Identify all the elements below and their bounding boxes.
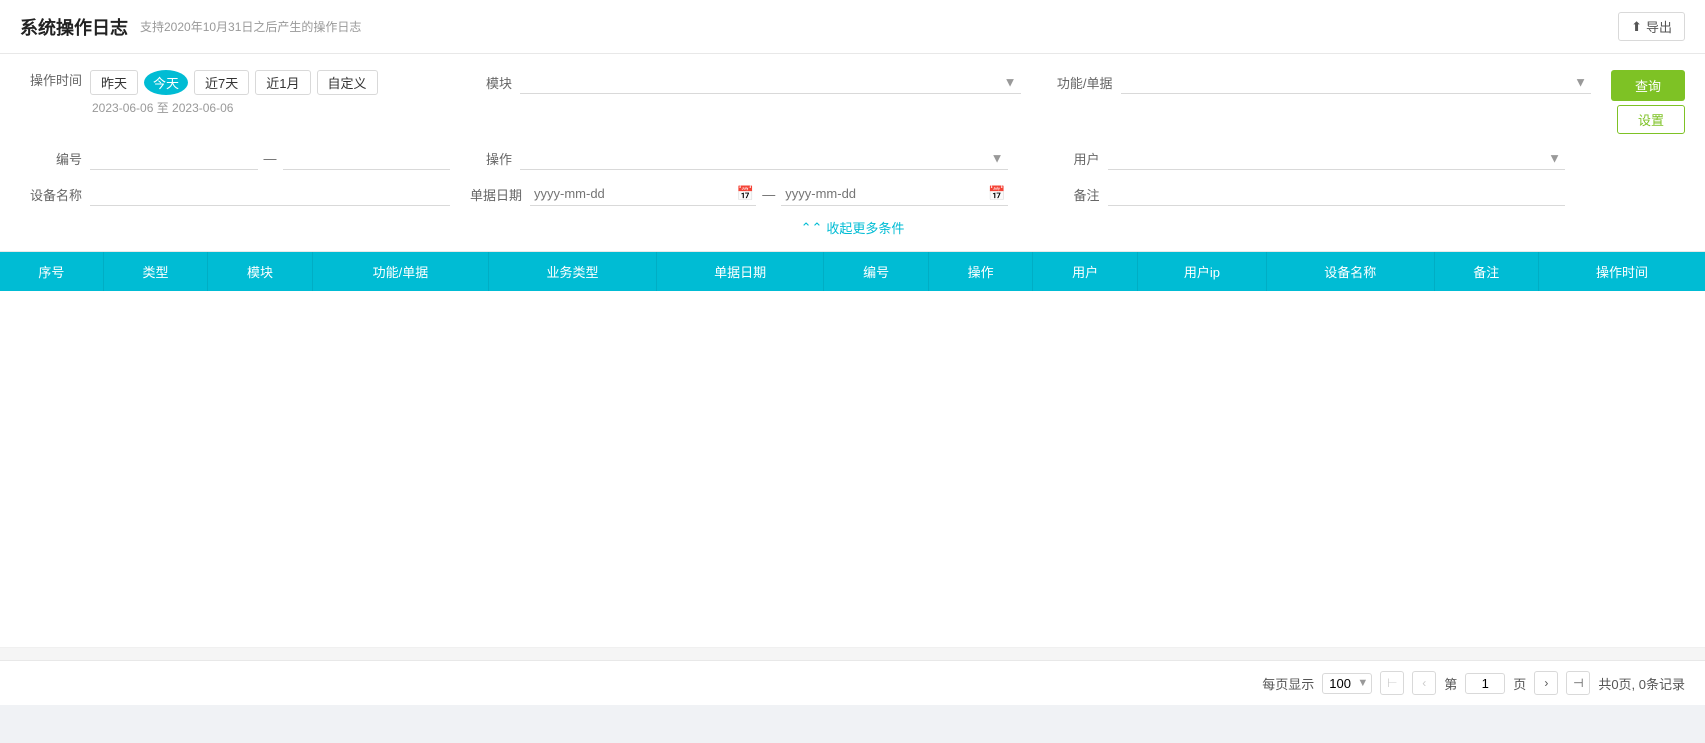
table-header-cell: 类型 [103,252,207,291]
page-header: 系统操作日志 支持2020年10月31日之后产生的操作日志 ⬆ 导出 [0,0,1705,54]
empty-cell [0,291,1705,648]
operation-label: 操作 [470,149,520,168]
doc-date-start-input[interactable] [530,182,735,205]
table-header-cell: 编号 [824,252,928,291]
calendar-start-icon[interactable]: 📅 [735,185,756,202]
number-label: 编号 [20,149,90,168]
module-select[interactable] [520,70,1021,94]
scrollbar-area[interactable] [0,648,1705,660]
table-header: 序号类型模块功能/单据业务类型单据日期编号操作用户用户ip设备名称备注操作时间 [0,252,1705,291]
table-header-cell: 单据日期 [656,252,824,291]
empty-row [0,291,1705,648]
table-header-cell: 用户ip [1137,252,1266,291]
date-range-text: 2023-06-06 至 2023-06-06 [90,99,378,116]
table-header-cell: 业务类型 [489,252,657,291]
total-label: 共0页, 0条记录 [1598,674,1685,693]
doc-date-end-input[interactable] [781,182,986,205]
table-header-cell: 序号 [0,252,103,291]
table-body [0,291,1705,648]
settings-button[interactable]: 设置 [1617,105,1685,134]
remark-label: 备注 [1028,185,1108,204]
collapse-label: 收起更多条件 [826,218,904,237]
page-number-input[interactable] [1465,673,1505,694]
remark-input[interactable] [1108,182,1566,206]
data-table: 序号类型模块功能/单据业务类型单据日期编号操作用户用户ip设备名称备注操作时间 [0,252,1705,648]
device-input[interactable] [90,182,450,206]
module-label: 模块 [470,73,520,92]
table-header-cell: 操作时间 [1539,252,1705,291]
table-header-cell: 操作 [928,252,1032,291]
operation-select[interactable] [520,146,1008,170]
user-label: 用户 [1028,149,1108,168]
export-icon: ⬆ [1631,19,1642,35]
table-header-cell: 模块 [208,252,312,291]
function-select[interactable] [1121,70,1592,94]
export-button[interactable]: ⬆ 导出 [1618,12,1685,41]
today-btn[interactable]: 今天 [144,70,188,95]
calendar-end-icon[interactable]: 📅 [986,185,1007,202]
page-current-label: 第 [1444,674,1457,693]
query-button[interactable]: 查询 [1611,70,1685,101]
number-start-input[interactable] [90,146,258,170]
time-label: 操作时间 [20,70,90,89]
table-header-row: 序号类型模块功能/单据业务类型单据日期编号操作用户用户ip设备名称备注操作时间 [0,252,1705,291]
page-size-select[interactable]: 50100200500 [1322,673,1372,694]
table-header-cell: 用户 [1033,252,1137,291]
yesterday-btn[interactable]: 昨天 [90,70,138,95]
doc-date-label: 单据日期 [470,185,530,204]
empty-area [8,299,1697,639]
user-select[interactable] [1108,146,1566,170]
page-size-wrapper: 50100200500 ▼ [1322,673,1372,694]
pagination-bar: 每页显示 50100200500 ▼ ⊢ ‹ 第 页 › ⊣ 共0页, 0条记录 [0,660,1705,705]
last-page-btn[interactable]: ⊣ [1566,671,1590,695]
page-unit-label: 页 [1513,674,1526,693]
page-title: 系统操作日志 [20,14,128,40]
per-page-label: 每页显示 [1262,674,1314,693]
filter-area: 操作时间 昨天 今天 近7天 近1月 自定义 2023-06-06 至 2023… [0,54,1705,252]
page-subtitle: 支持2020年10月31日之后产生的操作日志 [140,18,361,35]
next-page-btn[interactable]: › [1534,671,1558,695]
number-end-input[interactable] [283,146,451,170]
table-area: 序号类型模块功能/单据业务类型单据日期编号操作用户用户ip设备名称备注操作时间 [0,252,1705,648]
first-page-btn[interactable]: ⊢ [1380,671,1404,695]
custom-btn[interactable]: 自定义 [317,70,378,95]
device-label: 设备名称 [20,185,90,204]
number-dash: — [258,151,283,166]
prev-page-btn[interactable]: ‹ [1412,671,1436,695]
seven-days-btn[interactable]: 近7天 [194,70,249,95]
table-header-cell: 设备名称 [1266,252,1434,291]
collapse-icon: ⌃⌃ [801,220,823,236]
doc-date-dash: — [756,187,781,202]
function-label: 功能/单据 [1041,73,1121,92]
collapse-bar[interactable]: ⌃⌃ 收起更多条件 [20,210,1685,241]
table-header-cell: 备注 [1434,252,1538,291]
one-month-btn[interactable]: 近1月 [255,70,310,95]
table-header-cell: 功能/单据 [312,252,488,291]
